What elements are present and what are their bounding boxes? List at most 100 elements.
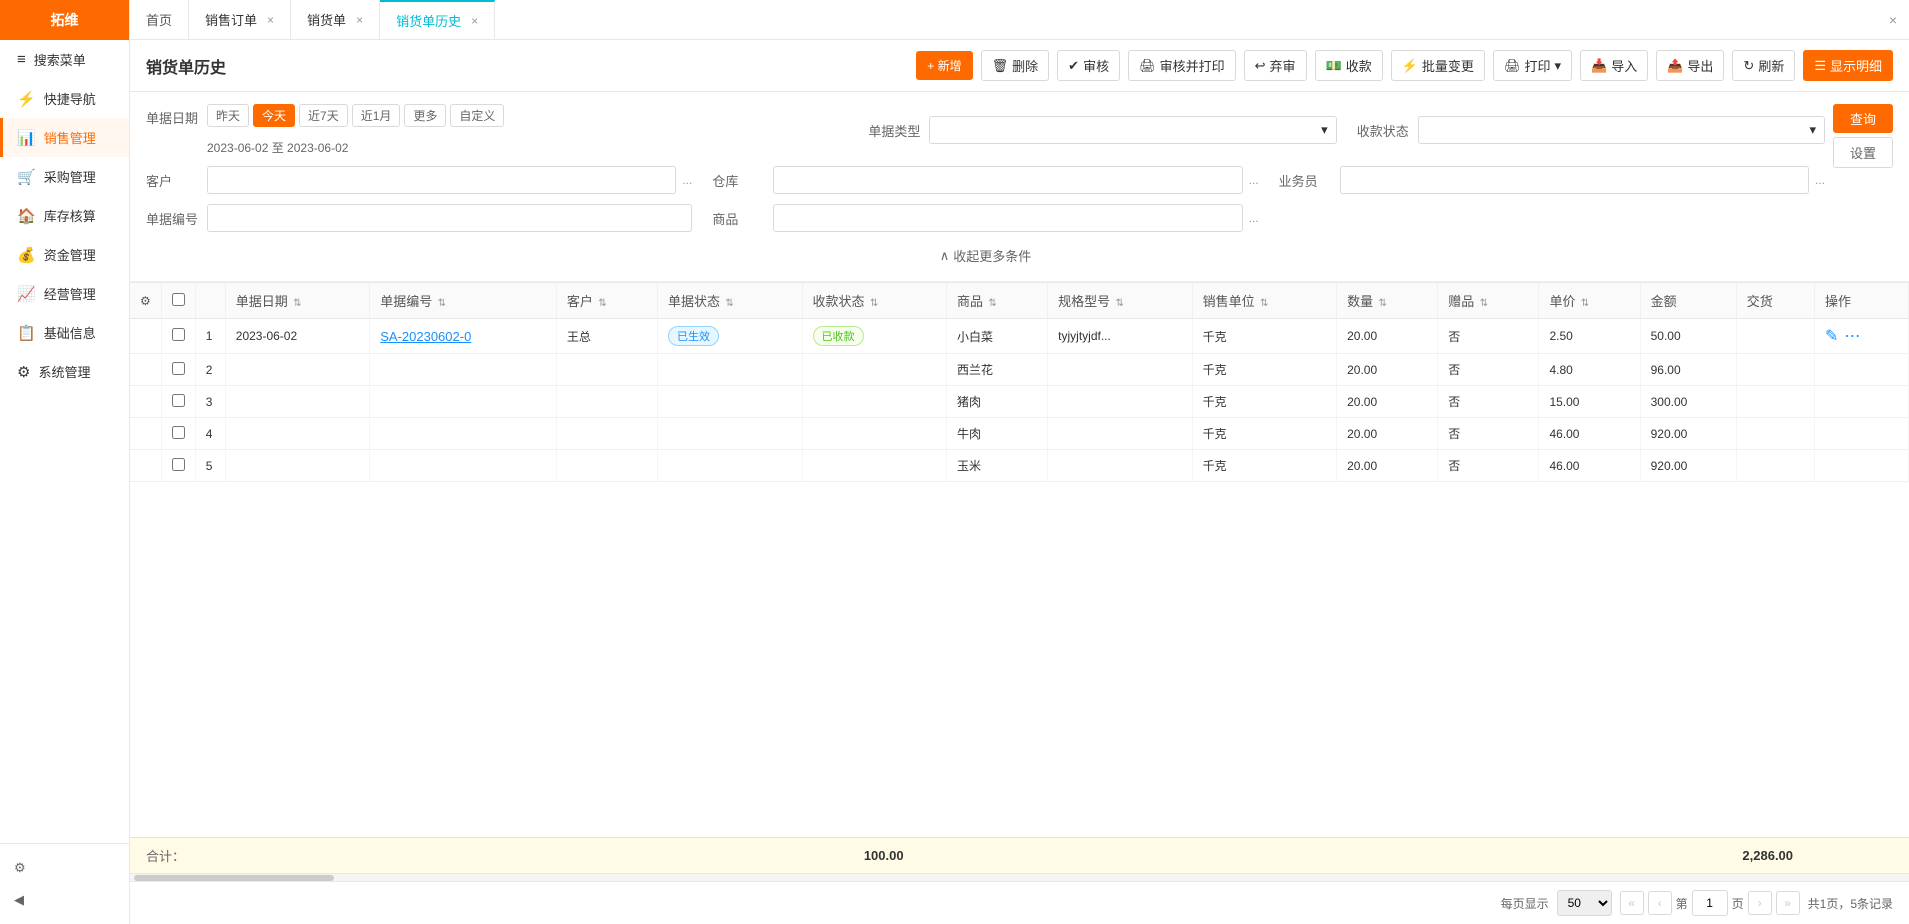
first-page-btn[interactable]: « xyxy=(1620,891,1644,915)
row-checkbox[interactable] xyxy=(172,362,185,375)
page-no-input[interactable] xyxy=(1692,890,1728,916)
goods-input[interactable] xyxy=(773,204,1242,232)
filter-area: 单据日期 昨天 今天 近7天 近1月 更多 自定义 xyxy=(130,92,1909,282)
per-page-select[interactable]: 50 100 200 xyxy=(1557,890,1612,916)
tab-sales-history-close[interactable]: × xyxy=(471,14,478,28)
close-window-icon[interactable]: × xyxy=(1889,12,1897,28)
row-checkbox[interactable] xyxy=(172,426,185,439)
warehouse-more-icon[interactable]: ... xyxy=(1249,173,1259,187)
col-doc-status[interactable]: 单据状态 ⇅ xyxy=(658,283,802,319)
col-settings[interactable]: ⚙ xyxy=(130,283,161,319)
customer-more-icon[interactable]: ... xyxy=(682,173,692,187)
col-qty[interactable]: 数量 ⇅ xyxy=(1337,283,1438,319)
col-amount[interactable]: 金额 xyxy=(1640,283,1736,319)
tab-sales-goods-close[interactable]: × xyxy=(356,13,363,27)
display-button[interactable]: ☰ 显示明细 xyxy=(1803,50,1893,81)
sidebar-item-label: 搜索菜单 xyxy=(34,50,86,69)
col-unit-price[interactable]: 单价 ⇅ xyxy=(1539,283,1640,319)
totals-label: 合计： xyxy=(146,846,185,865)
date-btn-yesterday[interactable]: 昨天 xyxy=(207,104,249,127)
doc-no-input[interactable] xyxy=(207,204,692,232)
col-doc-no[interactable]: 单据编号 ⇅ xyxy=(370,283,557,319)
col-doc-date[interactable]: 单据日期 ⇅ xyxy=(225,283,369,319)
doc-no-link[interactable]: SA-20230602-0 xyxy=(380,329,471,344)
audit-print-button[interactable]: 🖨 审核并打印 xyxy=(1128,50,1236,81)
date-btn-1month[interactable]: 近1月 xyxy=(352,104,401,127)
sort-icon: ⇅ xyxy=(598,298,606,309)
filter-main: 单据日期 昨天 今天 近7天 近1月 更多 自定义 xyxy=(146,104,1825,269)
sidebar-item-sys-mgmt[interactable]: ⚙ 系统管理 xyxy=(0,352,129,391)
sidebar-item-purchase[interactable]: 🛒 采购管理 xyxy=(0,157,129,196)
inventory-icon: 🏠 xyxy=(17,207,36,225)
col-payment-status[interactable]: 收款状态 ⇅ xyxy=(802,283,946,319)
tab-sales-order[interactable]: 销售订单 × xyxy=(189,0,291,39)
col-trade[interactable]: 交货 xyxy=(1736,283,1814,319)
tab-sales-history[interactable]: 销货单历史 × xyxy=(380,0,495,39)
settings-filter-button[interactable]: 设置 xyxy=(1833,137,1893,168)
sidebar-item-finance[interactable]: 💰 资金管理 xyxy=(0,235,129,274)
row-checkbox[interactable] xyxy=(172,328,185,341)
sidebar-item-label: 系统管理 xyxy=(38,362,90,381)
delete-button[interactable]: 🗑 删除 xyxy=(981,50,1050,81)
sidebar-item-operations[interactable]: 📈 经营管理 xyxy=(0,274,129,313)
date-btn-7days[interactable]: 近7天 xyxy=(299,104,348,127)
tab-sales-goods[interactable]: 销货单 × xyxy=(291,0,380,39)
row-checkbox[interactable] xyxy=(172,394,185,407)
date-btn-custom[interactable]: 自定义 xyxy=(450,104,504,127)
scrollbar-area[interactable] xyxy=(130,873,1909,881)
abandon-button[interactable]: ↩ 弃审 xyxy=(1244,50,1307,81)
col-spec[interactable]: 规格型号 ⇅ xyxy=(1048,283,1192,319)
edit-icon[interactable]: ✎ xyxy=(1825,326,1838,346)
date-btn-more[interactable]: 更多 xyxy=(404,104,446,127)
select-all-checkbox[interactable] xyxy=(172,293,185,306)
page-no-label: 第 xyxy=(1676,895,1688,912)
customer-input[interactable] xyxy=(207,166,676,194)
col-gift[interactable]: 赠品 ⇅ xyxy=(1438,283,1539,319)
goods-more-icon[interactable]: ... xyxy=(1249,211,1259,225)
sidebar-item-sales[interactable]: 📊 销售管理 xyxy=(0,118,129,157)
collapse-btn[interactable]: ∧ 收起更多条件 xyxy=(146,242,1825,269)
pagination-bar: 每页显示 50 100 200 « ‹ 第 页 › » 共1页，5条记录 xyxy=(130,881,1909,924)
row-checkbox[interactable] xyxy=(172,458,185,471)
doc-type-dropdown-icon: ▾ xyxy=(1321,122,1328,138)
next-page-btn[interactable]: › xyxy=(1748,891,1772,915)
new-button[interactable]: + 新增 xyxy=(916,51,972,80)
doc-type-select[interactable]: ▾ xyxy=(929,116,1336,144)
batch-change-button[interactable]: ⚡ 批量变更 xyxy=(1391,50,1485,81)
sidebar-settings-btn[interactable]: ⚙ xyxy=(0,852,129,884)
scrollbar-thumb[interactable] xyxy=(134,875,334,881)
sidebar-item-search-menu[interactable]: ≡ 搜索菜单 xyxy=(0,40,129,79)
sidebar-item-quick-nav[interactable]: ⚡ 快捷导航 xyxy=(0,79,129,118)
last-page-btn[interactable]: » xyxy=(1776,891,1800,915)
tabs-bar: 首页 销售订单 × 销货单 × 销货单历史 × × xyxy=(130,0,1909,40)
tabs-end[interactable]: × xyxy=(1889,0,1909,39)
sort-icon: ⇅ xyxy=(1116,298,1124,309)
filter-date-item: 单据日期 昨天 今天 近7天 近1月 更多 自定义 xyxy=(146,104,848,156)
col-goods[interactable]: 商品 ⇅ xyxy=(946,283,1047,319)
warehouse-input[interactable] xyxy=(773,166,1242,194)
tab-home[interactable]: 首页 xyxy=(130,0,189,39)
tab-sales-order-close[interactable]: × xyxy=(267,13,274,27)
export-button[interactable]: 📤 导出 xyxy=(1656,50,1724,81)
date-btn-today[interactable]: 今天 xyxy=(253,104,295,127)
staff-input[interactable] xyxy=(1340,166,1809,194)
sidebar-collapse-btn[interactable]: ◀ xyxy=(0,884,129,916)
payment-select[interactable]: ▾ xyxy=(1418,116,1825,144)
audit-button[interactable]: ✔ 审核 xyxy=(1057,50,1120,81)
staff-more-icon[interactable]: ... xyxy=(1815,173,1825,187)
query-button[interactable]: 查询 xyxy=(1833,104,1893,133)
col-customer[interactable]: 客户 ⇅ xyxy=(556,283,657,319)
table-row: 2西兰花千克20.00否4.8096.00 xyxy=(130,354,1909,386)
col-action: 操作 xyxy=(1815,283,1909,319)
more-action-icon[interactable]: ⋯ xyxy=(1844,326,1860,346)
sidebar-item-inventory[interactable]: 🏠 库存核算 xyxy=(0,196,129,235)
refresh-button[interactable]: ↻ 刷新 xyxy=(1732,50,1795,81)
print-button[interactable]: 🖨 打印 ▾ xyxy=(1493,50,1572,81)
import-button[interactable]: 📥 导入 xyxy=(1580,50,1648,81)
toolbar: + 新增 🗑 删除 ✔ 审核 🖨 审核并打印 ↩ 弃审 xyxy=(916,50,1893,81)
collect-button[interactable]: 💵 收款 xyxy=(1315,50,1383,81)
sidebar-item-label: 库存核算 xyxy=(44,206,96,225)
prev-page-btn[interactable]: ‹ xyxy=(1648,891,1672,915)
sidebar-item-base-info[interactable]: 📋 基础信息 xyxy=(0,313,129,352)
col-sales-unit[interactable]: 销售单位 ⇅ xyxy=(1192,283,1336,319)
